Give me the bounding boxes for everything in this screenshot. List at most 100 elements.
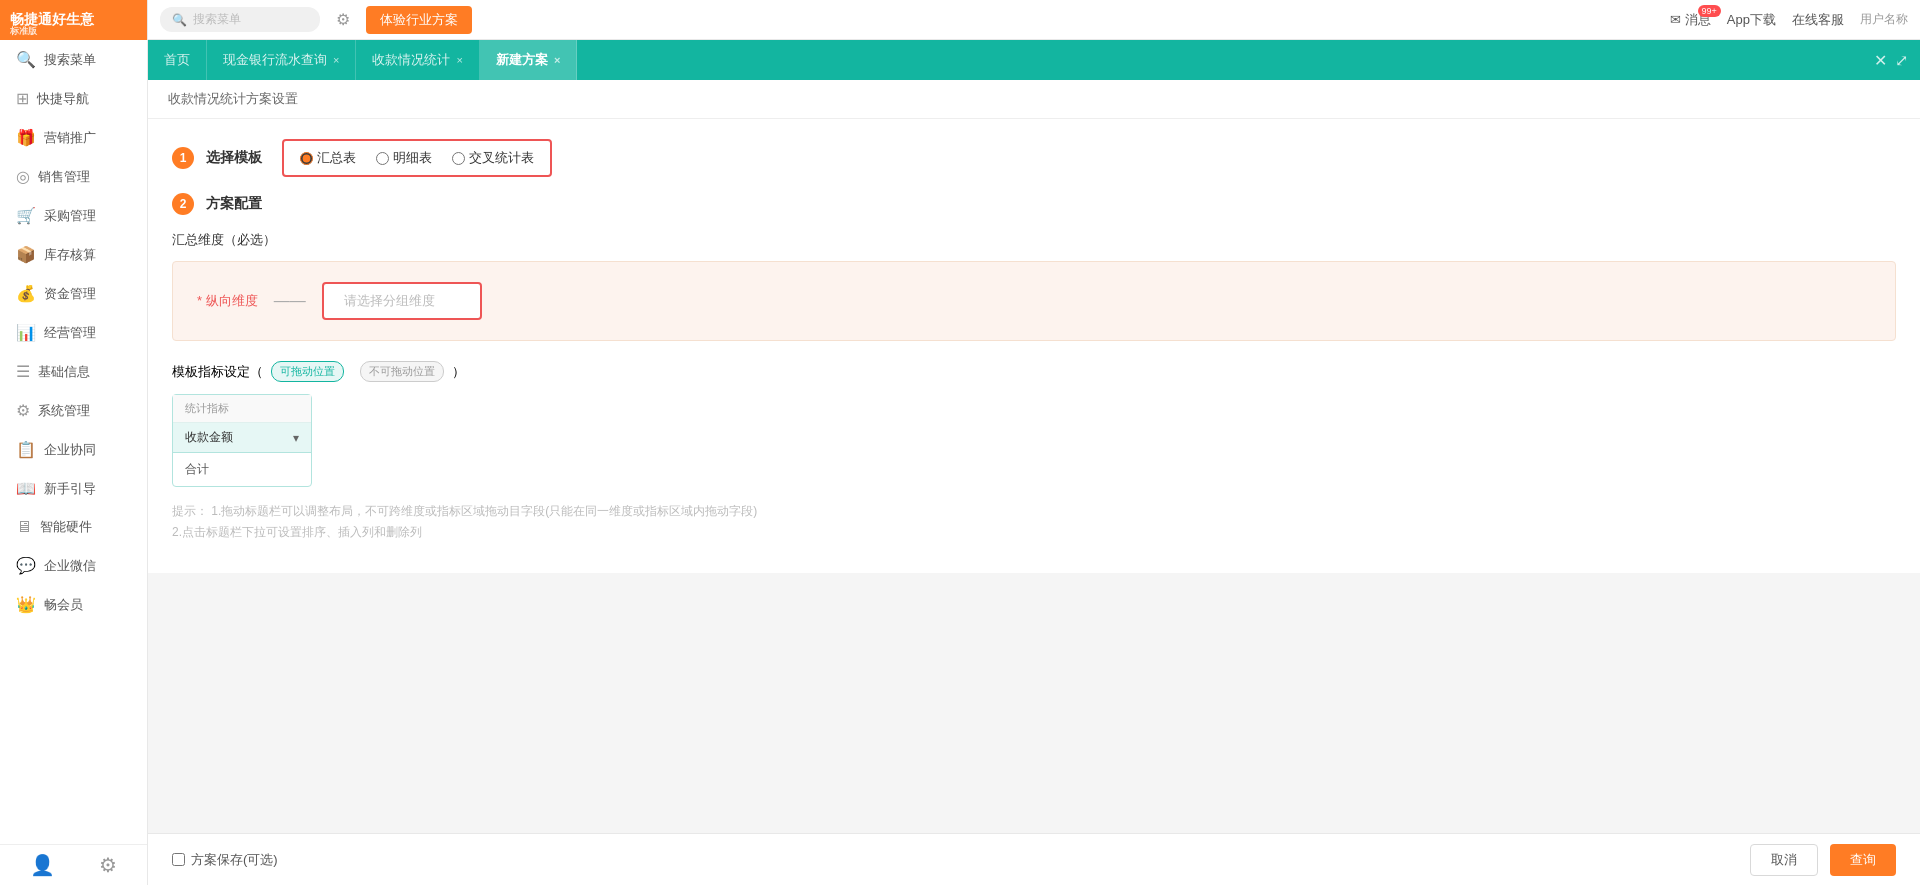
stat-row-total: 合计 [185,462,209,476]
footer-actions: 取消 查询 [1750,844,1896,876]
sidebar-item-label: 搜索菜单 [44,51,96,69]
sidebar-item-basic-info[interactable]: ☰ 基础信息 [0,352,147,391]
sidebar-item-finance[interactable]: 💰 资金管理 [0,274,147,313]
online-service-link[interactable]: 在线客服 [1792,11,1844,29]
sidebar-item-label: 采购管理 [44,207,96,225]
cart-icon: 🛒 [16,206,36,225]
tab-new-plan[interactable]: 新建方案 × [480,40,577,80]
trial-button[interactable]: 体验行业方案 [366,6,472,34]
sidebar-item-label: 企业微信 [44,557,96,575]
user-display[interactable]: 用户名称 [1860,11,1908,28]
sidebar-settings-icon[interactable]: ⚙ [99,853,117,877]
money-icon: 💰 [16,284,36,303]
stat-header[interactable]: 收款金额 ▾ [173,423,311,453]
radio-detail-input[interactable] [376,152,389,165]
clipboard-icon: 📋 [16,440,36,459]
sidebar-item-label: 销售管理 [38,168,90,186]
metrics-hint-row: 模板指标设定（ 可拖动位置 不可拖动位置 ） [172,361,1896,382]
radio-cross[interactable]: 交叉统计表 [452,149,534,167]
search-menu-bar[interactable]: 🔍 搜索菜单 [160,7,320,32]
tip-section: 提示： 1.拖动标题栏可以调整布局，不可跨维度或指标区域拖动目字段(只能在同一维… [172,487,1896,553]
dimension-subtitle: 汇总维度（必选） [172,231,1896,249]
sidebar-item-operation[interactable]: 📊 经营管理 [0,313,147,352]
stat-header-label: 收款金额 [185,429,233,446]
sidebar-item-quick-nav[interactable]: ⊞ 快捷导航 [0,79,147,118]
footer: 方案保存(可选) 取消 查询 [148,833,1920,885]
save-checkbox[interactable] [172,853,185,866]
radio-detail-label[interactable]: 明细表 [393,149,432,167]
dimension-row: 纵向维度 —— 请选择分组维度 [197,282,1871,320]
settings-gear-icon[interactable]: ⚙ [336,10,350,29]
sidebar-item-search[interactable]: 🔍 搜索菜单 [0,40,147,79]
tab-new-plan-label: 新建方案 [496,51,548,69]
metrics-section: 模板指标设定（ 可拖动位置 不可拖动位置 ） 统计指标 收款金额 [172,361,1896,487]
stat-box: 统计指标 收款金额 ▾ 合计 [172,394,312,487]
radio-cross-label[interactable]: 交叉统计表 [469,149,534,167]
config-section: 汇总维度（必选） 纵向维度 —— 请选择分组维度 模板指标设定（ 可拖动位置 不… [172,231,1896,553]
step1-row: 1 选择模板 汇总表 明细表 交叉统计表 [172,139,1896,177]
step1-badge: 1 [172,147,194,169]
app-download-link[interactable]: App下载 [1727,11,1776,29]
step2-badge: 2 [172,193,194,215]
sidebar-item-label: 经营管理 [44,324,96,342]
stat-body: 合计 [173,453,311,486]
radio-summary-input[interactable] [300,152,313,165]
tab-collection-stats-label: 收款情况统计 [372,51,450,69]
save-option[interactable]: 方案保存(可选) [172,851,278,869]
sidebar-item-guide[interactable]: 📖 新手引导 [0,469,147,508]
grid-icon: ⊞ [16,89,29,108]
crown-icon: 👑 [16,595,36,614]
monitor-icon: 🖥 [16,518,32,536]
tab-home[interactable]: 首页 [148,40,207,80]
tab-expand-icon[interactable]: ⤢ [1895,51,1908,70]
sidebar-avatar-icon[interactable]: 👤 [30,853,55,877]
tab-new-plan-close[interactable]: × [554,54,560,66]
circle-icon: ◎ [16,167,30,186]
chat-icon: 💬 [16,556,36,575]
tab-cash-flow[interactable]: 现金银行流水查询 × [207,40,356,80]
sidebar: 畅捷通好生意 标准版 🔍 搜索菜单 ⊞ 快捷导航 🎁 营销推广 ◎ 销售管理 🛒… [0,0,148,885]
radio-cross-input[interactable] [452,152,465,165]
radio-summary[interactable]: 汇总表 [300,149,356,167]
sidebar-bottom: 👤 ⚙ [0,844,147,885]
radio-detail[interactable]: 明细表 [376,149,432,167]
sidebar-item-member[interactable]: 👑 畅会员 [0,585,147,624]
sidebar-item-marketing[interactable]: 🎁 营销推广 [0,118,147,157]
tab-cash-flow-label: 现金银行流水查询 [223,51,327,69]
sidebar-item-label: 智能硬件 [40,518,92,536]
notification-badge-wrap[interactable]: ✉ 99+ 消息 [1670,11,1711,29]
sidebar-item-inventory[interactable]: 📦 库存核算 [0,235,147,274]
sidebar-item-wechat[interactable]: 💬 企业微信 [0,546,147,585]
tab-collection-stats-close[interactable]: × [456,54,462,66]
sidebar-item-label: 企业协同 [44,441,96,459]
radio-summary-label[interactable]: 汇总表 [317,149,356,167]
sidebar-item-sales[interactable]: ◎ 销售管理 [0,157,147,196]
topbar: 🔍 搜索菜单 ⚙ 体验行业方案 ✉ 99+ 消息 App下载 在线客服 用户名称 [148,0,1920,40]
dimension-arrow: —— [274,292,306,310]
query-button[interactable]: 查询 [1830,844,1896,876]
edition-label: 标准版 [10,25,37,38]
page-content: 收款情况统计方案设置 1 选择模板 汇总表 明细表 [148,80,1920,885]
menu-icon: ☰ [16,362,30,381]
tabbar: 首页 现金银行流水查询 × 收款情况统计 × 新建方案 × ✕ ⤢ [148,40,1920,80]
tab-cash-flow-close[interactable]: × [333,54,339,66]
tabbar-actions: ✕ ⤢ [1862,40,1920,80]
dimension-select[interactable]: 请选择分组维度 [322,282,482,320]
movable-tag: 可拖动位置 [271,361,344,382]
sidebar-item-purchase[interactable]: 🛒 采购管理 [0,196,147,235]
form-section: 1 选择模板 汇总表 明细表 交叉统计表 [148,119,1920,573]
search-menu-icon: 🔍 [172,13,187,27]
stat-header-dropdown-icon[interactable]: ▾ [293,431,299,445]
vertical-dimension-label: 纵向维度 [197,292,258,310]
save-label[interactable]: 方案保存(可选) [191,851,278,869]
tab-collection-stats[interactable]: 收款情况统计 × [356,40,479,80]
sidebar-item-enterprise[interactable]: 📋 企业协同 [0,430,147,469]
tab-home-label: 首页 [164,51,190,69]
cancel-button[interactable]: 取消 [1750,844,1818,876]
chart-icon: 📊 [16,323,36,342]
main-content: 🔍 搜索菜单 ⚙ 体验行业方案 ✉ 99+ 消息 App下载 在线客服 用户名称… [148,0,1920,885]
sidebar-item-hardware[interactable]: 🖥 智能硬件 [0,508,147,546]
sidebar-item-label: 基础信息 [38,363,90,381]
tab-close-all-icon[interactable]: ✕ [1874,51,1887,70]
sidebar-item-system[interactable]: ⚙ 系统管理 [0,391,147,430]
